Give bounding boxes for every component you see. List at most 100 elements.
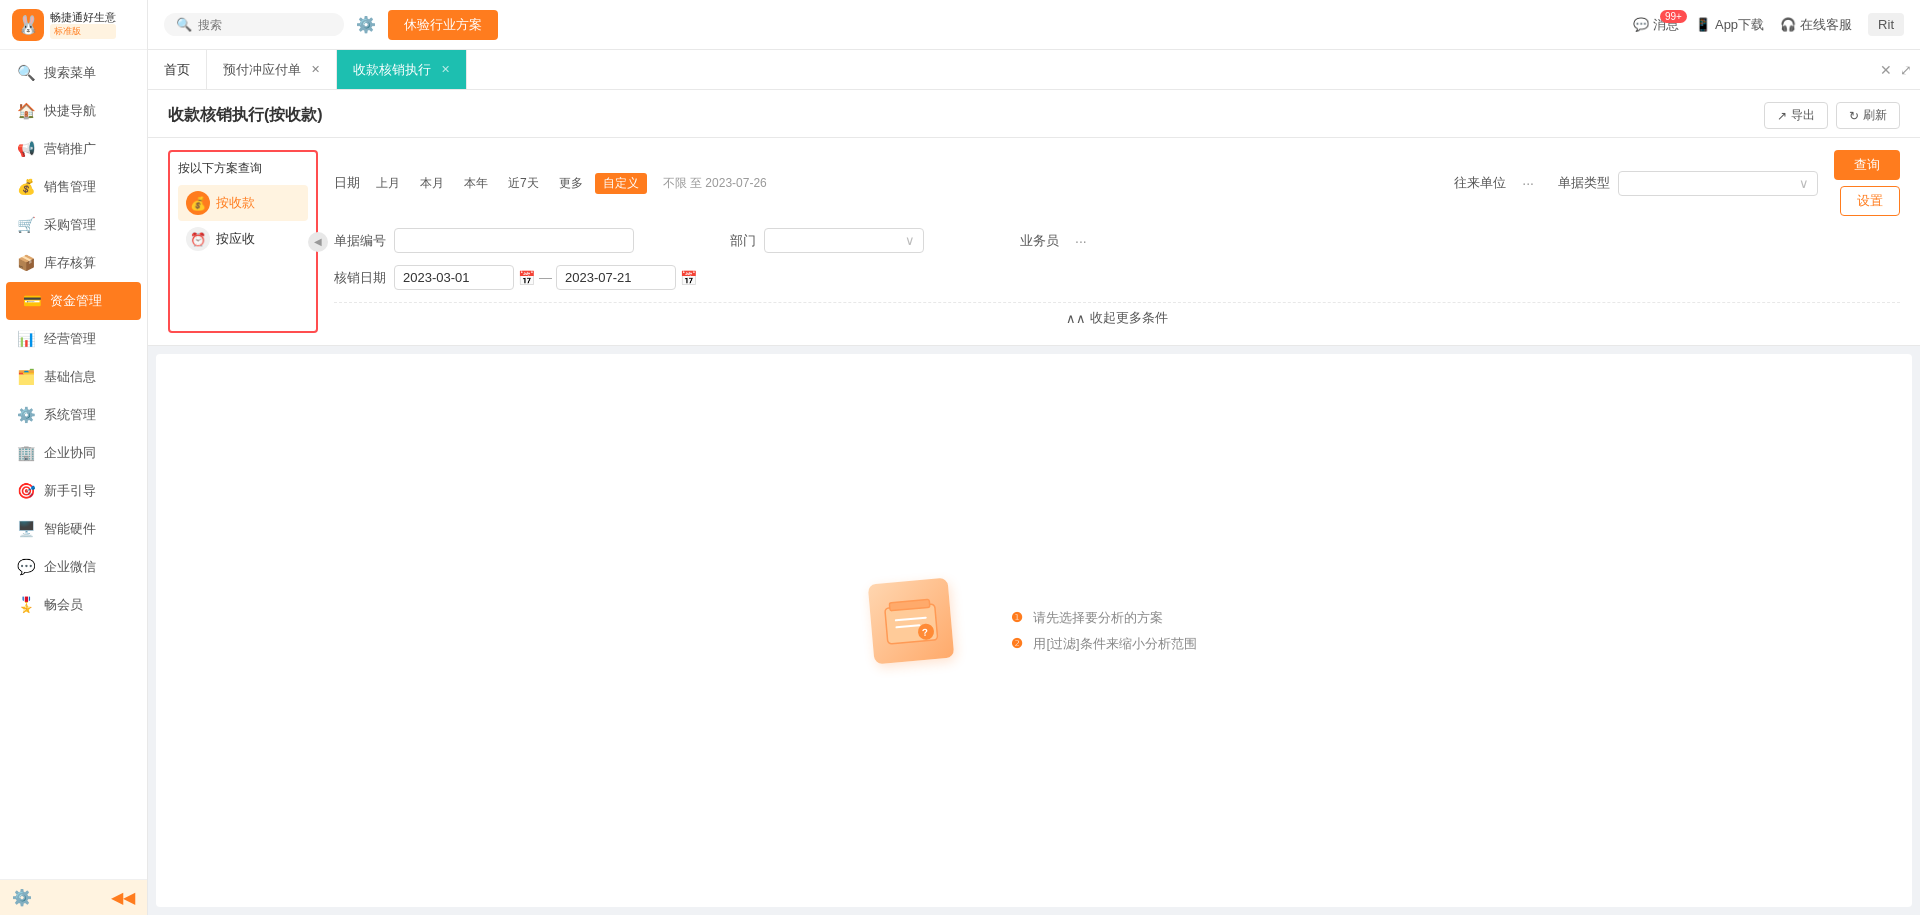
sidebar-item-search[interactable]: 🔍 搜索菜单	[0, 54, 147, 92]
sidebar-item-quick-nav[interactable]: 🏠 快捷导航	[0, 92, 147, 130]
sidebar-item-label: 智能硬件	[44, 520, 96, 538]
date-options: 上月 本月 本年 近7天 更多 自定义	[368, 173, 647, 194]
sidebar-item-sales[interactable]: 💰 销售管理	[0, 168, 147, 206]
date-custom-button[interactable]: 自定义	[595, 173, 647, 194]
sidebar-item-hardware[interactable]: 🖥️ 智能硬件	[0, 510, 147, 548]
sidebar-item-wechat[interactable]: 💬 企业微信	[0, 548, 147, 586]
verify-date-start-input[interactable]	[394, 265, 514, 290]
date-more-button[interactable]: 更多	[551, 173, 591, 194]
date-filter-field: 日期 上月 本月 本年 近7天 更多 自定义 不限 至 2023-07-26	[334, 173, 767, 194]
export-button[interactable]: ↗ 导出	[1764, 102, 1828, 129]
doc-type-filter-field: 单据类型 ∨	[1558, 171, 1818, 196]
sidebar-item-label: 基础信息	[44, 368, 96, 386]
app-icon: 📱	[1695, 17, 1711, 32]
system-icon: ⚙️	[16, 406, 36, 424]
purchase-icon: 🛒	[16, 216, 36, 234]
setting-button[interactable]: 设置	[1840, 186, 1900, 216]
tip-2-text: 用[过滤]条件来缩小分析范围	[1033, 631, 1196, 657]
settings-icon[interactable]: ⚙️	[12, 888, 32, 907]
staff-filter-field: 业务员 ···	[1020, 229, 1095, 253]
sidebar-item-marketing[interactable]: 📢 营销推广	[0, 130, 147, 168]
online-service-button[interactable]: 🎧 在线客服	[1780, 16, 1852, 34]
collapse-panel-button[interactable]: ◀	[308, 232, 328, 252]
filter-option-by-receivable[interactable]: ⏰ 按应收	[178, 221, 308, 257]
sidebar-item-label: 销售管理	[44, 178, 96, 196]
search-input[interactable]	[198, 18, 318, 32]
filter-option-by-receipt[interactable]: 💰 按收款	[178, 185, 308, 221]
date-this-year-button[interactable]: 本年	[456, 173, 496, 194]
sidebar-logo: 🐰 畅捷通好生意 标准版	[0, 0, 147, 50]
partner-select-button[interactable]: ···	[1514, 171, 1542, 195]
empty-tips: ❶ 请先选择要分析的方案 ❷ 用[过滤]条件来缩小分析范围	[1011, 605, 1196, 657]
page-header-actions: ↗ 导出 ↻ 刷新	[1764, 102, 1900, 129]
filter-option-receipt-label: 按收款	[216, 194, 255, 212]
sales-icon: 💰	[16, 178, 36, 196]
sidebar-item-label: 搜索菜单	[44, 64, 96, 82]
sidebar-item-basic-info[interactable]: 🗂️ 基础信息	[0, 358, 147, 396]
empty-state: ? ❶ 请先选择要分析的方案 ❷ 用[过滤]条件来缩小分析范围	[156, 354, 1912, 907]
date-range-display: 不限 至 2023-07-26	[663, 175, 767, 192]
sidebar-item-label: 企业协同	[44, 444, 96, 462]
tab-close-all-button[interactable]: ✕	[1880, 62, 1892, 78]
app-badge: 标准版	[50, 24, 116, 39]
industry-solution-button[interactable]: 休验行业方案	[388, 10, 498, 40]
message-button[interactable]: 💬 消息 99+	[1633, 16, 1679, 34]
staff-select-button[interactable]: ···	[1067, 229, 1095, 253]
gear-icon[interactable]: ⚙️	[356, 15, 376, 34]
date-7days-button[interactable]: 近7天	[500, 173, 547, 194]
sidebar-item-enterprise[interactable]: 🏢 企业协同	[0, 434, 147, 472]
tip-item-2: ❷ 用[过滤]条件来缩小分析范围	[1011, 631, 1196, 657]
empty-box-icon: ?	[868, 577, 955, 664]
search-icon: 🔍	[176, 17, 192, 32]
calendar-end-icon[interactable]: 📅	[680, 270, 697, 286]
app-label: App下载	[1715, 16, 1764, 34]
sidebar-item-label: 营销推广	[44, 140, 96, 158]
refresh-button[interactable]: ↻ 刷新	[1836, 102, 1900, 129]
sidebar-item-system[interactable]: ⚙️ 系统管理	[0, 396, 147, 434]
doc-number-input[interactable]	[394, 228, 634, 253]
dept-filter-field: 部门 ∨	[730, 228, 924, 253]
verify-date-range: 📅 — 📅	[394, 265, 697, 290]
doc-number-label: 单据编号	[334, 232, 386, 250]
finance-icon: 💳	[22, 292, 42, 310]
collapse-sidebar-button[interactable]: ◀◀	[111, 888, 135, 907]
sidebar-item-member[interactable]: 🎖️ 畅会员	[0, 586, 147, 624]
sidebar-item-purchase[interactable]: 🛒 采购管理	[0, 206, 147, 244]
tab-home[interactable]: 首页	[148, 50, 207, 89]
dept-select[interactable]: ∨	[764, 228, 924, 253]
verify-date-end-input[interactable]	[556, 265, 676, 290]
enterprise-icon: 🏢	[16, 444, 36, 462]
tab-home-label: 首页	[164, 61, 190, 79]
date-last-month-button[interactable]: 上月	[368, 173, 408, 194]
date-this-month-button[interactable]: 本月	[412, 173, 452, 194]
more-conditions-toggle[interactable]: ∧∧ 收起更多条件	[334, 302, 1900, 333]
tab-expand-button[interactable]: ⤢	[1900, 62, 1912, 78]
tab-receipt-exec[interactable]: 收款核销执行 ✕	[337, 50, 467, 89]
verify-date-filter-field: 核销日期 📅 — 📅	[334, 265, 697, 290]
sidebar-item-finance[interactable]: 💳 资金管理	[6, 282, 141, 320]
user-profile[interactable]: Rit	[1868, 13, 1904, 36]
tab-receipt-exec-close[interactable]: ✕	[441, 63, 450, 76]
doc-type-select[interactable]: ∨	[1618, 171, 1818, 196]
refresh-icon: ↻	[1849, 109, 1859, 123]
tip-1-text: 请先选择要分析的方案	[1033, 605, 1163, 631]
calendar-start-icon[interactable]: 📅	[518, 270, 535, 286]
sidebar-item-inventory[interactable]: 📦 库存核算	[0, 244, 147, 282]
date-label: 日期	[334, 174, 360, 192]
hardware-icon: 🖥️	[16, 520, 36, 538]
query-button[interactable]: 查询	[1834, 150, 1900, 180]
tip-item-1: ❶ 请先选择要分析的方案	[1011, 605, 1196, 631]
tab-prepay[interactable]: 预付冲应付单 ✕	[207, 50, 337, 89]
sidebar-menu: 🔍 搜索菜单 🏠 快捷导航 📢 营销推广 💰 销售管理 🛒 采购管理 📦 库存核…	[0, 50, 147, 879]
sidebar-item-label: 采购管理	[44, 216, 96, 234]
sidebar-item-operations[interactable]: 📊 经营管理	[0, 320, 147, 358]
filter-row-3: 核销日期 📅 — 📅	[334, 265, 1900, 290]
tab-prepay-close[interactable]: ✕	[311, 63, 320, 76]
basic-info-icon: 🗂️	[16, 368, 36, 386]
topbar-search[interactable]: 🔍	[164, 13, 344, 36]
sidebar-item-guide[interactable]: 🎯 新手引导	[0, 472, 147, 510]
app-download-button[interactable]: 📱 App下载	[1695, 16, 1764, 34]
sidebar-bottom: ⚙️ ◀◀	[0, 879, 147, 915]
app-logo-icon: 🐰	[12, 9, 44, 41]
search-icon: 🔍	[16, 64, 36, 82]
